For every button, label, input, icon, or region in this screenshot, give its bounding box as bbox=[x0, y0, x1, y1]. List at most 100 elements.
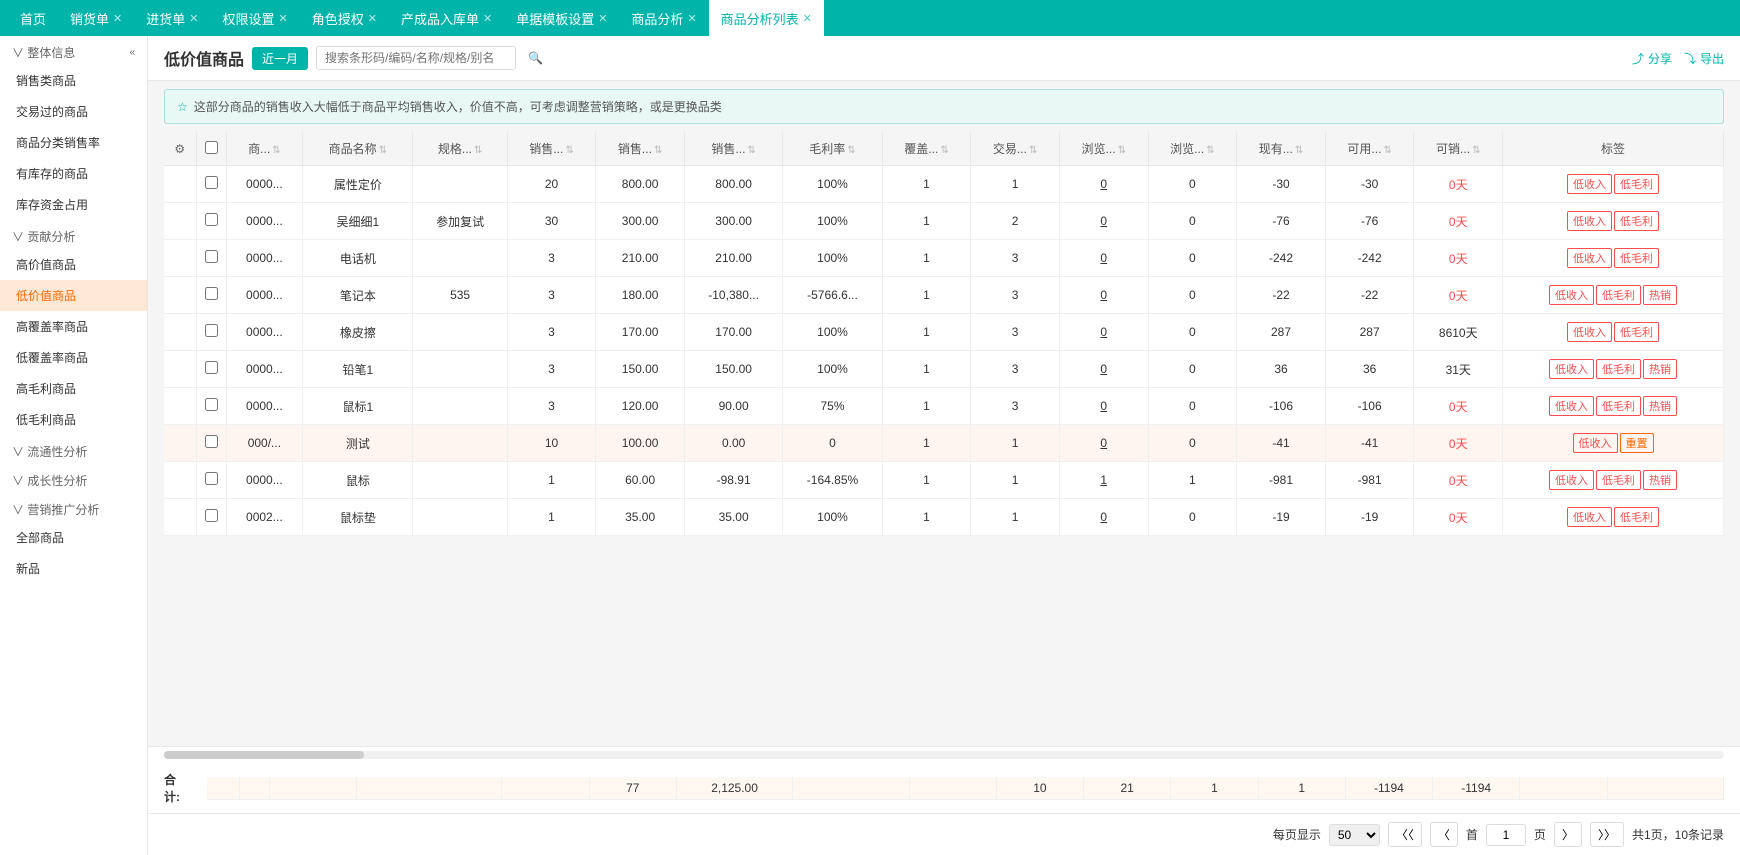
checkbox-cell[interactable] bbox=[196, 351, 226, 388]
checkbox-cell[interactable] bbox=[196, 240, 226, 277]
checkbox-col-header[interactable] bbox=[196, 132, 226, 166]
sidebar-group-overview[interactable]: ∨ 整体信息 « bbox=[0, 36, 147, 65]
nav-sales[interactable]: 销货单 ✕ bbox=[58, 0, 134, 36]
row-checkbox[interactable] bbox=[205, 213, 218, 226]
browse-link[interactable]: 0 bbox=[1100, 177, 1107, 191]
available-cell: -76 bbox=[1325, 203, 1414, 240]
last-page-button[interactable]: 〉〉 bbox=[1590, 822, 1624, 847]
checkbox-cell[interactable] bbox=[196, 388, 226, 425]
row-checkbox[interactable] bbox=[205, 509, 218, 522]
sidebar-item-high-value[interactable]: 高价值商品 bbox=[0, 249, 147, 280]
row-checkbox[interactable] bbox=[205, 472, 218, 485]
search-input[interactable] bbox=[316, 46, 516, 70]
checkbox-cell[interactable] bbox=[196, 166, 226, 203]
browse-link[interactable]: 0 bbox=[1100, 362, 1107, 376]
browse1-cell[interactable]: 0 bbox=[1059, 499, 1148, 536]
row-checkbox[interactable] bbox=[205, 176, 218, 189]
settings-cell bbox=[164, 277, 196, 314]
browse-link[interactable]: 0 bbox=[1100, 251, 1107, 265]
close-product-tab[interactable]: ✕ bbox=[483, 12, 492, 25]
nav-role-auth[interactable]: 角色授权 ✕ bbox=[300, 0, 389, 36]
browse1-cell[interactable]: 0 bbox=[1059, 314, 1148, 351]
page-number-input[interactable] bbox=[1486, 824, 1526, 846]
checkbox-cell[interactable] bbox=[196, 462, 226, 499]
name-cell: 鼠标 bbox=[303, 462, 413, 499]
close-template-tab[interactable]: ✕ bbox=[598, 12, 607, 25]
nav-purchase[interactable]: 进货单 ✕ bbox=[134, 0, 210, 36]
sidebar-item-low-coverage[interactable]: 低覆盖率商品 bbox=[0, 342, 147, 373]
browse-link[interactable]: 0 bbox=[1100, 214, 1107, 228]
sidebar-group-flow[interactable]: ∨ 流通性分析 bbox=[0, 435, 147, 464]
row-checkbox[interactable] bbox=[205, 287, 218, 300]
checkbox-cell[interactable] bbox=[196, 314, 226, 351]
page-size-select[interactable]: 50 100 200 bbox=[1329, 824, 1380, 846]
close-role-tab[interactable]: ✕ bbox=[368, 12, 377, 25]
row-checkbox[interactable] bbox=[205, 324, 218, 337]
sidebar-item-all-goods[interactable]: 全部商品 bbox=[0, 522, 147, 553]
browse1-cell[interactable]: 0 bbox=[1059, 388, 1148, 425]
sidebar-item-category-rate[interactable]: 商品分类销售率 bbox=[0, 127, 147, 158]
browse-link[interactable]: 0 bbox=[1100, 288, 1107, 302]
browse1-cell[interactable]: 1 bbox=[1059, 462, 1148, 499]
browse1-cell[interactable]: 0 bbox=[1059, 351, 1148, 388]
browse1-cell[interactable]: 0 bbox=[1059, 166, 1148, 203]
close-purchase-tab[interactable]: ✕ bbox=[189, 12, 198, 25]
browse-link[interactable]: 0 bbox=[1100, 325, 1107, 339]
checkbox-cell[interactable] bbox=[196, 203, 226, 240]
settings-col-header[interactable]: ⚙ bbox=[164, 132, 196, 166]
sidebar-item-traded-goods[interactable]: 交易过的商品 bbox=[0, 96, 147, 127]
nav-goods-analysis[interactable]: 商品分析 ✕ bbox=[619, 0, 708, 36]
share-button[interactable]: ⤴ 分享 bbox=[1632, 50, 1672, 67]
next-page-button[interactable]: 〉 bbox=[1554, 822, 1582, 847]
sidebar-item-low-value[interactable]: 低价值商品 bbox=[0, 280, 147, 311]
sidebar-item-stock-capital[interactable]: 库存资金占用 bbox=[0, 189, 147, 220]
first-page-button[interactable]: 〈〈 bbox=[1388, 822, 1422, 847]
row-checkbox[interactable] bbox=[205, 361, 218, 374]
sidebar-item-high-margin[interactable]: 高毛利商品 bbox=[0, 373, 147, 404]
nav-template[interactable]: 单据模板设置 ✕ bbox=[504, 0, 619, 36]
sidebar-item-low-margin[interactable]: 低毛利商品 bbox=[0, 404, 147, 435]
checkbox-cell[interactable] bbox=[196, 499, 226, 536]
tag: 低收入 bbox=[1567, 322, 1612, 342]
browse1-cell[interactable]: 0 bbox=[1059, 425, 1148, 462]
prev-page-button[interactable]: 〈 bbox=[1430, 822, 1458, 847]
row-checkbox[interactable] bbox=[205, 435, 218, 448]
sales1-cell: 10 bbox=[507, 425, 596, 462]
sidebar-group-growth[interactable]: ∨ 成长性分析 bbox=[0, 464, 147, 493]
row-checkbox[interactable] bbox=[205, 398, 218, 411]
browse2-cell: 1 bbox=[1148, 462, 1237, 499]
sidebar-item-high-coverage[interactable]: 高覆盖率商品 bbox=[0, 311, 147, 342]
browse-link[interactable]: 0 bbox=[1100, 436, 1107, 450]
checkbox-cell[interactable] bbox=[196, 277, 226, 314]
export-button[interactable]: ⤵ 导出 bbox=[1684, 50, 1724, 67]
close-goods-tab[interactable]: ✕ bbox=[687, 12, 696, 25]
sidebar-item-sales-goods[interactable]: 销售类商品 bbox=[0, 65, 147, 96]
scrollbar-thumb[interactable] bbox=[164, 751, 364, 759]
sidebar-group-contribution[interactable]: ∨ 贡献分析 bbox=[0, 220, 147, 249]
nav-home[interactable]: 首页 bbox=[8, 0, 58, 36]
horizontal-scrollbar[interactable] bbox=[164, 751, 1724, 759]
nav-product-in[interactable]: 产成品入库单 ✕ bbox=[389, 0, 504, 36]
nav-goods-list[interactable]: 商品分析列表 ✕ bbox=[709, 0, 824, 36]
close-goods-list-tab[interactable]: ✕ bbox=[803, 12, 812, 25]
browse1-cell[interactable]: 0 bbox=[1059, 277, 1148, 314]
select-all-checkbox[interactable] bbox=[205, 141, 218, 154]
browse-link[interactable]: 0 bbox=[1100, 399, 1107, 413]
settings-icon[interactable]: ⚙ bbox=[174, 142, 185, 156]
close-permissions-tab[interactable]: ✕ bbox=[279, 12, 288, 25]
sidebar-group-marketing[interactable]: ∨ 营销推广分析 bbox=[0, 493, 147, 522]
spec-cell: 参加复试 bbox=[413, 203, 507, 240]
search-icon[interactable]: 🔍 bbox=[528, 51, 543, 65]
browse1-cell[interactable]: 0 bbox=[1059, 203, 1148, 240]
sidebar-item-stock-goods[interactable]: 有库存的商品 bbox=[0, 158, 147, 189]
close-sales-tab[interactable]: ✕ bbox=[113, 12, 122, 25]
table-container[interactable]: ⚙ 商...⇅ 商品名称⇅ 规格...⇅ 销售...⇅ 销售...⇅ 销售...… bbox=[164, 132, 1724, 746]
row-checkbox[interactable] bbox=[205, 250, 218, 263]
browse1-cell[interactable]: 0 bbox=[1059, 240, 1148, 277]
nav-permissions[interactable]: 权限设置 ✕ bbox=[210, 0, 299, 36]
browse-link[interactable]: 1 bbox=[1100, 473, 1107, 487]
sidebar-item-new-goods[interactable]: 新品 bbox=[0, 553, 147, 584]
browse-link[interactable]: 0 bbox=[1100, 510, 1107, 524]
checkbox-cell[interactable] bbox=[196, 425, 226, 462]
filter-recent-month[interactable]: 近一月 bbox=[252, 47, 308, 70]
